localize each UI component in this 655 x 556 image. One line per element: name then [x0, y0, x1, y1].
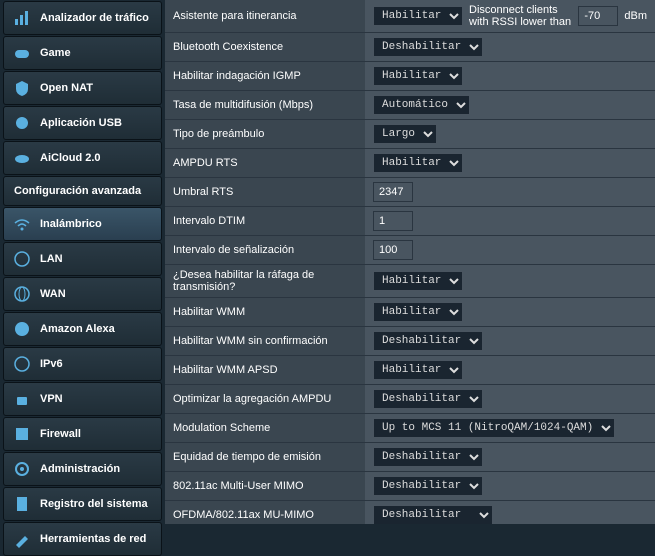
sidebar-label: Game [40, 47, 71, 59]
tools-icon [12, 529, 32, 549]
modulation-select[interactable]: Up to MCS 11 (NitroQAM/1024-QAM) [373, 418, 615, 438]
field-label: Equidad de tiempo de emisión [165, 443, 365, 472]
ofdma-select[interactable]: Deshabilitar [373, 505, 493, 524]
alexa-icon [12, 319, 32, 339]
sidebar-item-wan[interactable]: WAN [3, 277, 162, 311]
firewall-icon [12, 424, 32, 444]
sidebar-item-aicloud[interactable]: AiCloud 2.0 [3, 141, 162, 175]
sidebar-item-ipv6[interactable]: IPv6 [3, 347, 162, 381]
unit-label: dBm [624, 10, 647, 22]
chart-icon [12, 8, 32, 28]
sidebar-item-syslog[interactable]: Registro del sistema [3, 487, 162, 521]
field-label: Habilitar indagación IGMP [165, 62, 365, 91]
field-label: 802.11ac Multi-User MIMO [165, 472, 365, 501]
multicast-select[interactable]: Automático [373, 95, 470, 115]
sidebar-item-traffic[interactable]: Analizador de tráfico [3, 1, 162, 35]
sidebar-item-vpn[interactable]: VPN [3, 382, 162, 416]
sidebar-item-alexa[interactable]: Amazon Alexa [3, 312, 162, 346]
gamepad-icon [12, 43, 32, 63]
ampdu-opt-select[interactable]: Deshabilitar [373, 389, 483, 409]
sidebar-label: IPv6 [40, 358, 63, 370]
sidebar-label: Administración [40, 463, 120, 475]
field-label: Umbral RTS [165, 178, 365, 207]
sidebar-item-opennat[interactable]: Open NAT [3, 71, 162, 105]
gear-icon [12, 459, 32, 479]
shield-icon [12, 78, 32, 98]
sidebar-label: LAN [40, 253, 63, 265]
sidebar-item-firewall[interactable]: Firewall [3, 417, 162, 451]
field-label: Bluetooth Coexistence [165, 33, 365, 62]
field-label: Tipo de preámbulo [165, 120, 365, 149]
log-icon [12, 494, 32, 514]
sidebar-label: Inalámbrico [40, 218, 102, 230]
rts-input[interactable] [373, 182, 413, 202]
globe-icon [12, 284, 32, 304]
field-label: Intervalo de señalización [165, 236, 365, 265]
field-label: Habilitar WMM [165, 298, 365, 327]
main-panel: Asistente para itinerancia Habilitar Dis… [165, 0, 655, 524]
mumimo-ac-select[interactable]: Deshabilitar [373, 476, 483, 496]
sidebar-label: Herramientas de red [40, 533, 146, 545]
disconnect-text: Disconnect clients with RSSI lower than [469, 4, 572, 28]
bluetooth-select[interactable]: Deshabilitar [373, 37, 483, 57]
sidebar-label: Amazon Alexa [40, 323, 115, 335]
sidebar-label: Firewall [40, 428, 81, 440]
sidebar-label: Registro del sistema [40, 498, 148, 510]
wmm-select[interactable]: Habilitar [373, 302, 463, 322]
wmm-apsd-select[interactable]: Habilitar [373, 360, 463, 380]
rssi-input[interactable] [578, 6, 618, 26]
airtime-select[interactable]: Deshabilitar [373, 447, 483, 467]
sidebar-label: Analizador de tráfico [40, 12, 149, 24]
field-label: Optimizar la agregación AMPDU [165, 385, 365, 414]
vpn-icon [12, 389, 32, 409]
preamble-select[interactable]: Largo [373, 124, 437, 144]
usb-icon [12, 113, 32, 133]
lan-icon [12, 249, 32, 269]
ampdu-select[interactable]: Habilitar [373, 153, 463, 173]
sidebar-label: Open NAT [40, 82, 93, 94]
field-label: Modulation Scheme [165, 414, 365, 443]
dtim-input[interactable] [373, 211, 413, 231]
field-label: Tasa de multidifusión (Mbps) [165, 91, 365, 120]
roaming-select[interactable]: Habilitar [373, 6, 463, 26]
field-label: ¿Desea habilitar la ráfaga de transmisió… [165, 265, 365, 298]
sidebar-item-game[interactable]: Game [3, 36, 162, 70]
field-label: OFDMA/802.11ax MU-MIMO [165, 501, 365, 525]
ipv6-icon [12, 354, 32, 374]
section-header-advanced: Configuración avanzada [3, 176, 162, 206]
cloud-icon [12, 148, 32, 168]
field-label: Habilitar WMM sin confirmación [165, 327, 365, 356]
sidebar: Analizador de tráfico Game Open NAT Apli… [0, 0, 165, 524]
field-label: Habilitar WMM APSD [165, 356, 365, 385]
field-label: Asistente para itinerancia [165, 0, 365, 33]
wmm-noack-select[interactable]: Deshabilitar [373, 331, 483, 351]
sidebar-label: AiCloud 2.0 [40, 152, 101, 164]
sidebar-item-admin[interactable]: Administración [3, 452, 162, 486]
field-label: AMPDU RTS [165, 149, 365, 178]
burst-select[interactable]: Habilitar [373, 271, 463, 291]
igmp-select[interactable]: Habilitar [373, 66, 463, 86]
sidebar-label: Aplicación USB [40, 117, 122, 129]
beacon-input[interactable] [373, 240, 413, 260]
sidebar-item-nettools[interactable]: Herramientas de red [3, 522, 162, 556]
sidebar-label: WAN [40, 288, 66, 300]
wifi-icon [12, 214, 32, 234]
field-label: Intervalo DTIM [165, 207, 365, 236]
settings-table: Asistente para itinerancia Habilitar Dis… [165, 0, 655, 524]
sidebar-item-wireless[interactable]: Inalámbrico [3, 207, 162, 241]
sidebar-label: VPN [40, 393, 63, 405]
sidebar-item-usb[interactable]: Aplicación USB [3, 106, 162, 140]
sidebar-item-lan[interactable]: LAN [3, 242, 162, 276]
